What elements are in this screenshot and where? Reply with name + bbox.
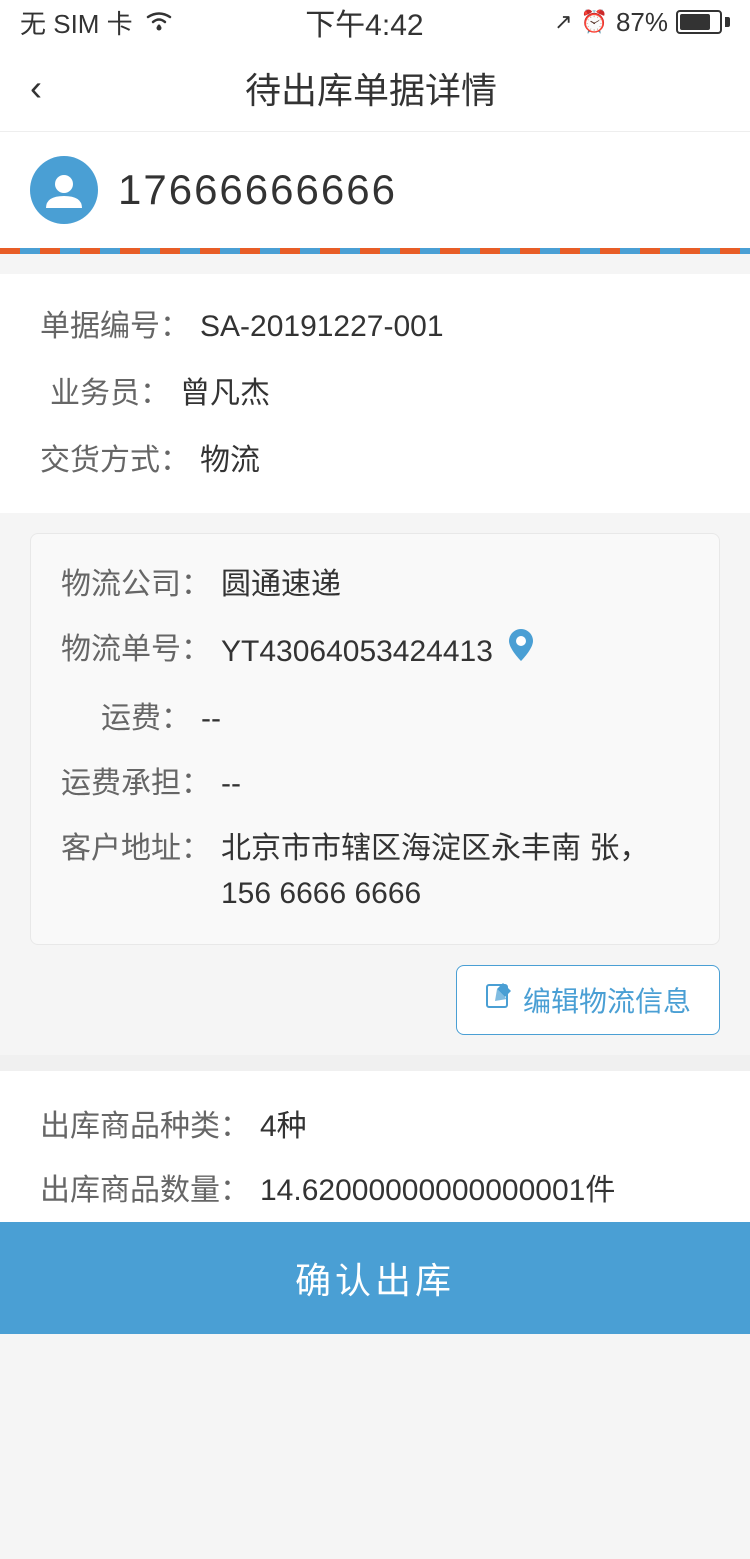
goods-types-row: 出库商品种类： 4种 — [40, 1101, 710, 1145]
address-value: 北京市市辖区海淀区永丰南 张，156 6666 6666 — [221, 826, 689, 916]
battery-percentage: 87% — [616, 7, 668, 38]
goods-quantity-row: 出库商品数量： 14.62000000000000001件 — [40, 1165, 710, 1209]
status-time: 下午4:42 — [305, 0, 423, 44]
avatar — [30, 156, 98, 224]
freight-bear-value: -- — [221, 761, 689, 806]
nav-bar: ‹ 待出库单据详情 — [0, 44, 750, 132]
section-divider — [0, 1055, 750, 1071]
logistics-tracking-row: 物流单号： YT43064053424413 — [61, 627, 689, 676]
status-left: 无 SIM 卡 — [20, 4, 175, 41]
dashed-divider — [0, 248, 750, 254]
location-status-icon: ↗ — [554, 9, 572, 35]
edit-logistics-area: 编辑物流信息 — [0, 965, 750, 1055]
status-right: ↗ ⏰ 87% — [554, 7, 730, 38]
alarm-icon: ⏰ — [581, 9, 608, 35]
freight-label: 运费： — [61, 696, 191, 741]
carrier-text: 无 SIM 卡 — [20, 4, 133, 41]
salesman-row: 业务员： 曾凡杰 — [40, 371, 710, 416]
logistics-company-label: 物流公司： — [61, 562, 211, 607]
status-bar: 无 SIM 卡 下午4:42 ↗ ⏰ 87% — [0, 0, 750, 44]
logistics-card: 物流公司： 圆通速递 物流单号： YT43064053424413 运费： --… — [30, 533, 720, 945]
document-number-row: 单据编号： SA-20191227-001 — [40, 304, 710, 349]
freight-bear-row: 运费承担： -- — [61, 761, 689, 806]
goods-quantity-value: 14.62000000000000001件 — [260, 1165, 615, 1209]
delivery-value: 物流 — [200, 438, 710, 483]
user-header: 17666666666 — [0, 132, 750, 248]
edit-icon — [485, 983, 513, 1018]
user-phone: 17666666666 — [118, 166, 397, 214]
freight-value: -- — [201, 696, 689, 741]
back-button[interactable]: ‹ — [30, 67, 42, 109]
document-info-section: 单据编号： SA-20191227-001 业务员： 曾凡杰 交货方式： 物流 — [0, 274, 750, 513]
confirm-button-label: 确认出库 — [295, 1260, 455, 1301]
delivery-label: 交货方式： — [40, 438, 190, 483]
goods-quantity-label: 出库商品数量： — [40, 1165, 250, 1209]
confirm-button-area[interactable]: 确认出库 — [0, 1222, 750, 1334]
bottom-spacer — [0, 1359, 750, 1559]
freight-row: 运费： -- — [61, 696, 689, 741]
delivery-row: 交货方式： 物流 — [40, 438, 710, 483]
document-number-value: SA-20191227-001 — [200, 304, 710, 349]
document-number-label: 单据编号： — [40, 304, 190, 349]
page-title: 待出库单据详情 — [62, 62, 680, 114]
freight-bear-label: 运费承担： — [61, 761, 211, 806]
address-row: 客户地址： 北京市市辖区海淀区永丰南 张，156 6666 6666 — [61, 826, 689, 916]
goods-types-label: 出库商品种类： — [40, 1101, 250, 1145]
battery-icon — [676, 10, 730, 34]
edit-logistics-label: 编辑物流信息 — [523, 980, 691, 1020]
salesman-value: 曾凡杰 — [180, 371, 710, 416]
logistics-company-value: 圆通速递 — [221, 562, 689, 607]
salesman-label: 业务员： — [40, 371, 170, 416]
logistics-company-row: 物流公司： 圆通速递 — [61, 562, 689, 607]
wifi-icon — [143, 7, 175, 38]
tracking-location-icon — [505, 627, 537, 676]
goods-types-value: 4种 — [260, 1101, 307, 1145]
logistics-tracking-label: 物流单号： — [61, 627, 211, 672]
address-label: 客户地址： — [61, 826, 211, 871]
edit-logistics-button[interactable]: 编辑物流信息 — [456, 965, 720, 1035]
logistics-tracking-value: YT43064053424413 — [221, 627, 689, 676]
